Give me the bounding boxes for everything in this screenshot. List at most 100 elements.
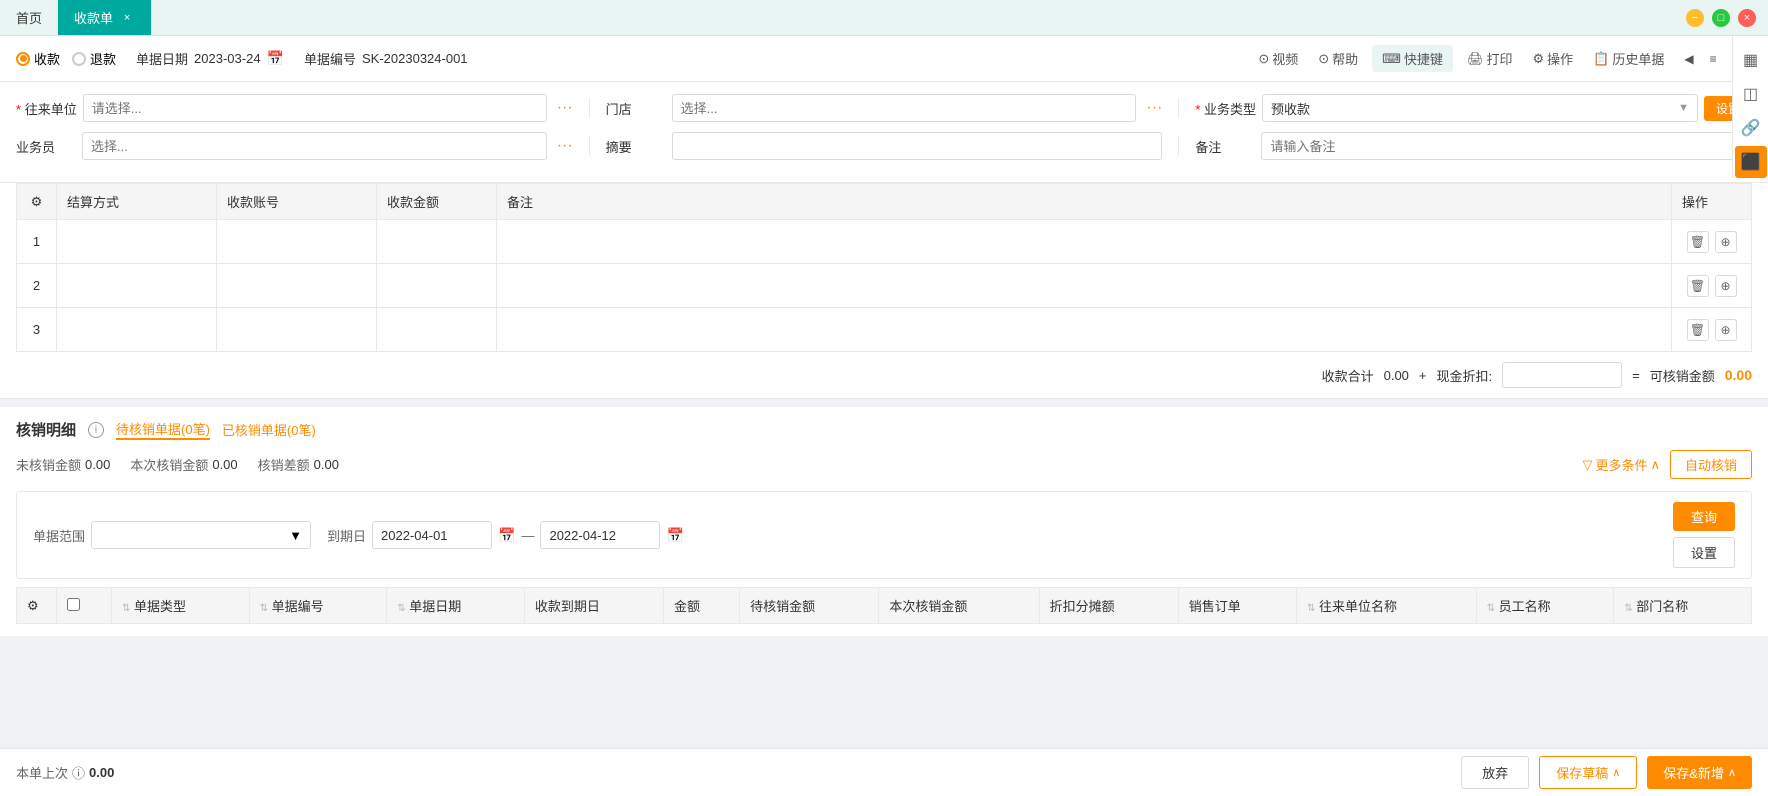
section-header: 核销明细 i 待核销单据(0笔) 已核销单据(0笔) [16, 419, 1752, 440]
calendar-from-icon[interactable]: 📅 [498, 527, 515, 544]
sidebar-icon-4[interactable]: ⬛ [1735, 146, 1767, 178]
row-num-3: 3 [17, 308, 57, 352]
form-row-1: * 往来单位 ··· 门店 ··· * 业务类型 预收款 ▼ 设置 [16, 94, 1752, 122]
remark-input[interactable] [1261, 132, 1752, 160]
row-delete-1[interactable]: 🗑 [1687, 231, 1709, 253]
total-label: 收款合计 [1322, 366, 1374, 385]
layout-icon[interactable]: ≡ [1704, 49, 1723, 69]
partner-required: * [16, 102, 21, 117]
store-label: 门店 [606, 99, 666, 118]
row-amount-1[interactable] [377, 220, 497, 264]
date-range-label: 到期日 [327, 526, 366, 545]
draft-button[interactable]: 保存草稿 ∧ [1539, 756, 1637, 789]
col-discount: 折扣分摊额 [1039, 588, 1178, 624]
plus-sign: + [1419, 368, 1427, 383]
maximize-button[interactable]: □ [1712, 9, 1730, 27]
staff-label: 业务员 [16, 137, 76, 156]
footer-bar: 本单上次 ⓘ 0.00 放弃 保存草稿 ∧ 保存&新增 ∧ [0, 748, 1768, 796]
row-account-3[interactable] [217, 308, 377, 352]
calendar-to-icon[interactable]: 📅 [666, 527, 683, 544]
row-delete-3[interactable]: 🗑 [1687, 319, 1709, 341]
filter-bar: 单据范围 ▼ 到期日 📅 — 📅 查询 设置 [16, 491, 1752, 579]
print-button[interactable]: 🖨 打印 [1461, 46, 1519, 71]
row-account-1[interactable] [217, 220, 377, 264]
sidebar-icon-1[interactable]: ▦ [1735, 44, 1767, 76]
row-copy-1[interactable]: ⊕ [1715, 231, 1737, 253]
history-button[interactable]: 📋 历史单据 [1587, 46, 1670, 71]
partner-label: * 往来单位 [16, 99, 77, 118]
col-due-date: 收款到期日 [524, 588, 663, 624]
summary-input[interactable] [672, 132, 1163, 160]
table-settings-icon[interactable]: ⚙ [31, 194, 43, 210]
tab-current[interactable]: 收款单 × [58, 0, 151, 35]
unchecked-stat: 未核销金额 0.00 [16, 455, 110, 474]
close-button[interactable]: × [1738, 9, 1756, 27]
partner-more-icon[interactable]: ··· [557, 99, 573, 117]
unchecked-label: 未核销金额 [16, 455, 81, 474]
table2-settings-icon[interactable]: ⚙ [27, 598, 39, 613]
col-current-verify: 本次核销金额 [879, 588, 1039, 624]
minimize-button[interactable]: − [1686, 9, 1704, 27]
row-delete-2[interactable]: 🗑 [1687, 275, 1709, 297]
row-copy-2[interactable]: ⊕ [1715, 275, 1737, 297]
save-new-button[interactable]: 保存&新增 ∧ [1647, 756, 1752, 789]
filter-settings-button[interactable]: 设置 [1673, 537, 1735, 568]
row-settle-1[interactable] [57, 220, 217, 264]
nav-prev-button[interactable]: ◀ [1678, 49, 1699, 69]
row-amount-3[interactable] [377, 308, 497, 352]
col-amount2: 金额 [664, 588, 740, 624]
pending-tab[interactable]: 待核销单据(0笔) [116, 419, 210, 440]
video-icon: ⊙ [1258, 51, 1269, 67]
date-to-input[interactable] [540, 521, 660, 549]
business-type-label: * 业务类型 [1195, 99, 1256, 118]
tab-current-label: 收款单 [74, 8, 113, 27]
calendar-icon[interactable]: 📅 [267, 50, 284, 67]
col-sales-order: 销售订单 [1178, 588, 1296, 624]
store-more-icon[interactable]: ··· [1146, 99, 1162, 117]
radio-refund-dot [72, 52, 86, 66]
info-icon[interactable]: i [88, 422, 104, 438]
discount-input[interactable] [1502, 362, 1622, 388]
date-from-input[interactable] [372, 521, 492, 549]
sidebar-icon-2[interactable]: ◫ [1735, 78, 1767, 110]
footer-right: 放弃 保存草稿 ∧ 保存&新增 ∧ [1461, 756, 1752, 789]
sidebar-icon-3[interactable]: 🔗 [1735, 112, 1767, 144]
more-filter-button[interactable]: ▽ 更多条件 ∧ [1582, 455, 1660, 474]
row-settle-2[interactable] [57, 264, 217, 308]
discount-label: 现金折扣: [1437, 366, 1493, 385]
footer-icon: ⓘ [72, 763, 85, 782]
row-num-2: 2 [17, 264, 57, 308]
footer-value: 0.00 [89, 765, 114, 780]
select-all-checkbox[interactable] [67, 598, 80, 611]
operation-button[interactable]: ⚙ 操作 [1526, 46, 1579, 71]
table-section: ⚙ 结算方式 收款账号 收款金额 备注 操作 [0, 183, 1768, 352]
tab-home[interactable]: 首页 [0, 0, 58, 35]
done-tab[interactable]: 已核销单据(0笔) [222, 420, 316, 439]
radio-receipt-label: 收款 [34, 49, 60, 68]
dropdown-icon: ▼ [1678, 102, 1689, 114]
bill-range-select[interactable]: ▼ [91, 521, 311, 549]
row-settle-3[interactable] [57, 308, 217, 352]
col-action-header: 操作 [1672, 184, 1752, 220]
row-note-1[interactable] [497, 220, 1672, 264]
query-button[interactable]: 查询 [1673, 502, 1735, 531]
row-note-3[interactable] [497, 308, 1672, 352]
row-account-2[interactable] [217, 264, 377, 308]
radio-refund[interactable]: 退款 [72, 49, 116, 68]
col-bill-date: ⇅ 单据日期 [387, 588, 525, 624]
row-amount-2[interactable] [377, 264, 497, 308]
abandon-button[interactable]: 放弃 [1461, 756, 1529, 789]
shortcut-button[interactable]: ⌨ 快捷键 [1372, 45, 1453, 72]
row-copy-3[interactable]: ⊕ [1715, 319, 1737, 341]
radio-receipt[interactable]: 收款 [16, 49, 60, 68]
tab-close-icon[interactable]: × [119, 10, 135, 26]
row-note-2[interactable] [497, 264, 1672, 308]
staff-input[interactable] [82, 132, 547, 160]
store-input[interactable] [672, 94, 1137, 122]
partner-input[interactable] [83, 94, 547, 122]
staff-more-icon[interactable]: ··· [557, 137, 573, 155]
video-button[interactable]: ⊙ 视频 [1252, 46, 1304, 71]
business-type-select[interactable]: 预收款 ▼ [1262, 94, 1698, 122]
help-button[interactable]: ⊙ 帮助 [1312, 46, 1364, 71]
auto-verify-button[interactable]: 自动核销 [1670, 450, 1752, 479]
